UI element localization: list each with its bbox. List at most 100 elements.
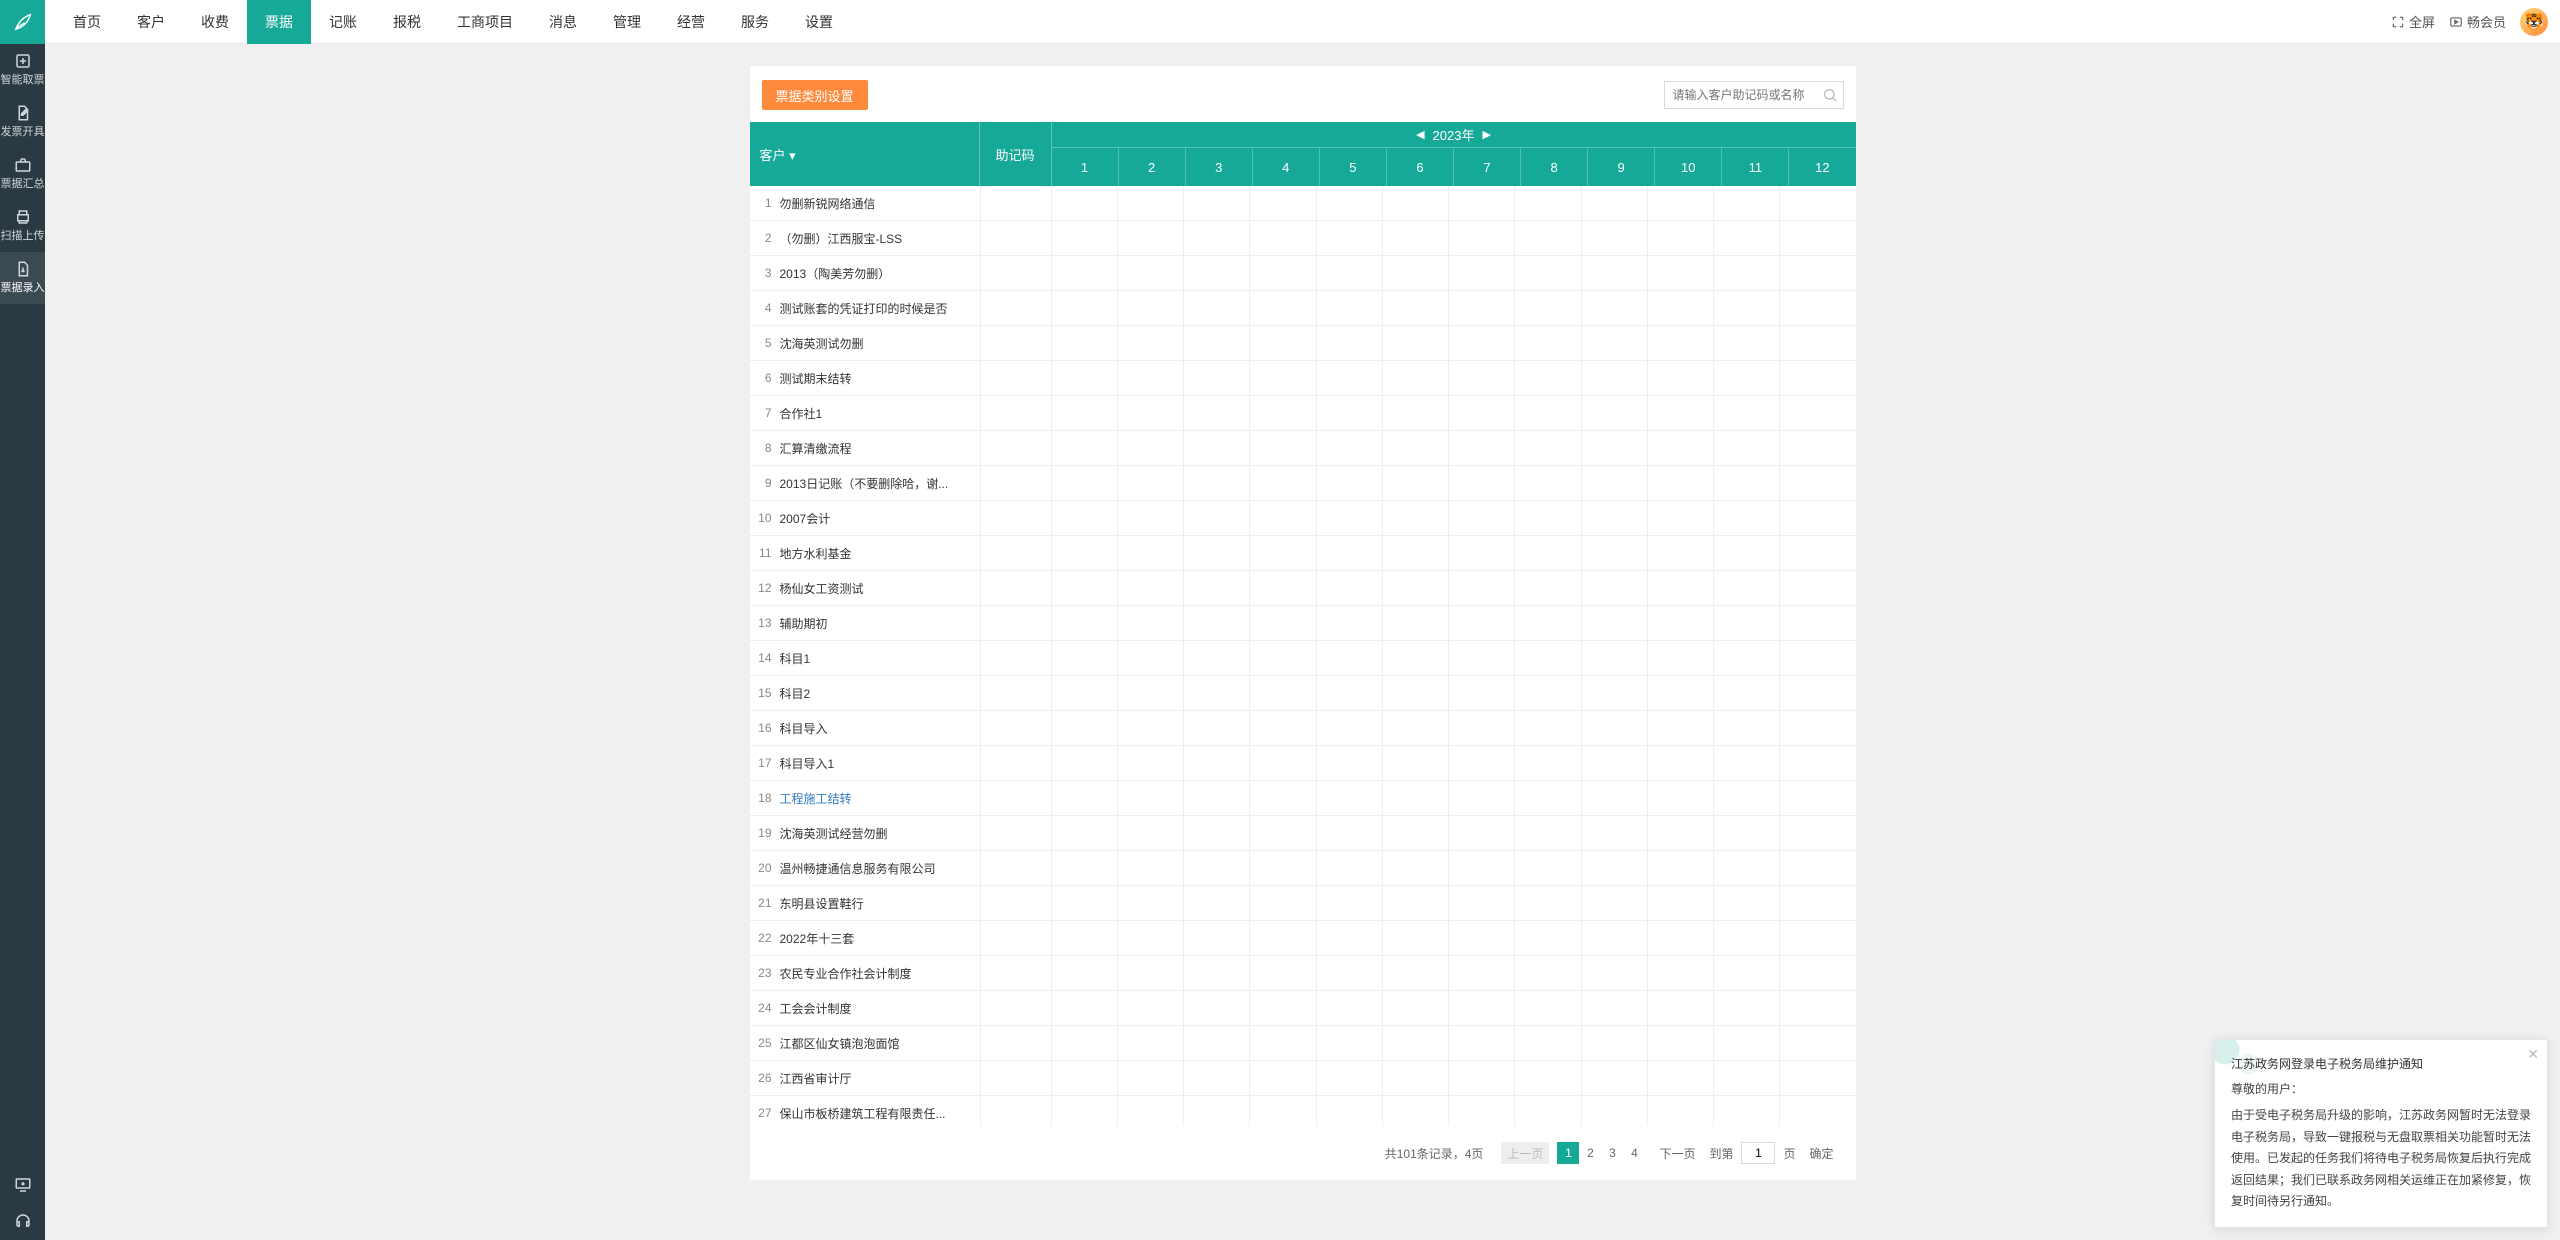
cell-month[interactable] [1184,186,1250,220]
cell-month[interactable] [1383,256,1449,290]
side-item-support[interactable] [0,1204,45,1240]
row-customer-name[interactable]: 沈海英测试勿删 [776,335,980,352]
cell-month[interactable] [1648,571,1714,605]
cell-month[interactable] [1780,606,1845,640]
table-row[interactable]: 2（勿删）江西服宝-LSS [750,221,1856,256]
cell-month[interactable] [1515,501,1581,535]
cell-month[interactable] [1250,886,1316,920]
cell-month[interactable] [1118,781,1184,815]
table-row[interactable]: 20温州畅捷通信息服务有限公司 [750,851,1856,886]
row-customer-name[interactable]: 2007会计 [776,510,980,527]
cell-month[interactable] [1317,326,1383,360]
cell-month[interactable] [1184,746,1250,780]
cell-month[interactable] [1714,501,1780,535]
cell-month[interactable] [1184,466,1250,500]
cell-month[interactable] [1118,256,1184,290]
cell-month[interactable] [1449,956,1515,990]
cell-month[interactable] [1317,676,1383,710]
table-row[interactable]: 16科目导入 [750,711,1856,746]
cell-month[interactable] [1648,1096,1714,1126]
cell-month[interactable] [1184,431,1250,465]
cell-month[interactable] [1714,396,1780,430]
table-row[interactable]: 25江都区仙女镇泡泡面馆 [750,1026,1856,1061]
cell-month[interactable] [1052,921,1118,955]
cell-month[interactable] [1118,536,1184,570]
row-customer-name[interactable]: 杨仙女工资测试 [776,580,980,597]
cell-month[interactable] [1250,1061,1316,1095]
cell-month[interactable] [1582,851,1648,885]
row-customer-name[interactable]: 测试账套的凭证打印的时候是否 [776,300,980,317]
cell-month[interactable] [1582,781,1648,815]
cell-month[interactable] [1515,676,1581,710]
row-customer-name[interactable]: 沈海英测试经营勿删 [776,825,980,842]
cell-month[interactable] [1515,396,1581,430]
cell-month[interactable] [1780,501,1845,535]
cell-month[interactable] [1250,851,1316,885]
cell-month[interactable] [1383,466,1449,500]
table-row[interactable]: 1勿删新锐网络通信 [750,186,1856,221]
side-item[interactable]: 发票开具 [0,96,45,148]
cell-month[interactable] [1648,676,1714,710]
cell-month[interactable] [1648,1026,1714,1060]
cell-month[interactable] [1449,256,1515,290]
cell-month[interactable] [1052,256,1118,290]
cell-month[interactable] [1383,396,1449,430]
cell-month[interactable] [1648,921,1714,955]
cell-month[interactable] [1250,571,1316,605]
row-customer-name[interactable]: 辅助期初 [776,615,980,632]
side-item[interactable]: 票据录入 [0,252,45,304]
cell-month[interactable] [1383,956,1449,990]
cell-month[interactable] [1250,186,1316,220]
cell-month[interactable] [1780,781,1845,815]
page-goto-button[interactable]: 确定 [1803,1142,1839,1164]
cell-month[interactable] [1449,466,1515,500]
cell-month[interactable] [1648,781,1714,815]
cell-month[interactable] [1052,746,1118,780]
cell-month[interactable] [1582,991,1648,1025]
year-prev-button[interactable]: ◀ [1416,128,1424,141]
cell-month[interactable] [1118,711,1184,745]
row-customer-name[interactable]: 科目导入 [776,720,980,737]
cell-month[interactable] [1449,886,1515,920]
cell-month[interactable] [1515,536,1581,570]
cell-month[interactable] [1780,291,1845,325]
cell-month[interactable] [1118,1026,1184,1060]
cell-month[interactable] [1515,291,1581,325]
cell-month[interactable] [1383,326,1449,360]
cell-month[interactable] [1184,956,1250,990]
cell-month[interactable] [1383,711,1449,745]
cell-month[interactable] [1118,816,1184,850]
cell-month[interactable] [1582,571,1648,605]
cell-month[interactable] [1449,711,1515,745]
cell-month[interactable] [1052,361,1118,395]
cell-month[interactable] [1317,291,1383,325]
top-nav-item[interactable]: 客户 [119,0,183,44]
table-row[interactable]: 24工会会计制度 [750,991,1856,1026]
page-number-button[interactable]: 3 [1601,1142,1623,1164]
app-logo[interactable] [0,0,45,44]
row-customer-name[interactable]: 温州畅捷通信息服务有限公司 [776,860,980,877]
cell-month[interactable] [1515,851,1581,885]
cell-month[interactable] [1515,361,1581,395]
cell-month[interactable] [1714,186,1780,220]
cell-month[interactable] [1714,956,1780,990]
cell-month[interactable] [1184,291,1250,325]
cell-month[interactable] [1780,466,1845,500]
cell-month[interactable] [1515,431,1581,465]
cell-month[interactable] [1383,991,1449,1025]
cell-month[interactable] [1118,956,1184,990]
table-row[interactable]: 15科目2 [750,676,1856,711]
cell-month[interactable] [1118,221,1184,255]
cell-month[interactable] [1648,466,1714,500]
table-row[interactable]: 4测试账套的凭证打印的时候是否 [750,291,1856,326]
cell-month[interactable] [1383,1096,1449,1126]
side-item[interactable]: 票据汇总 [0,148,45,200]
cell-month[interactable] [1118,571,1184,605]
top-nav-item[interactable]: 消息 [531,0,595,44]
row-customer-name[interactable]: 测试期末结转 [776,370,980,387]
top-nav-item[interactable]: 服务 [723,0,787,44]
cell-month[interactable] [1582,606,1648,640]
th-customer[interactable]: 客户 ▾ [750,122,980,186]
cell-month[interactable] [1648,256,1714,290]
cell-month[interactable] [1250,641,1316,675]
